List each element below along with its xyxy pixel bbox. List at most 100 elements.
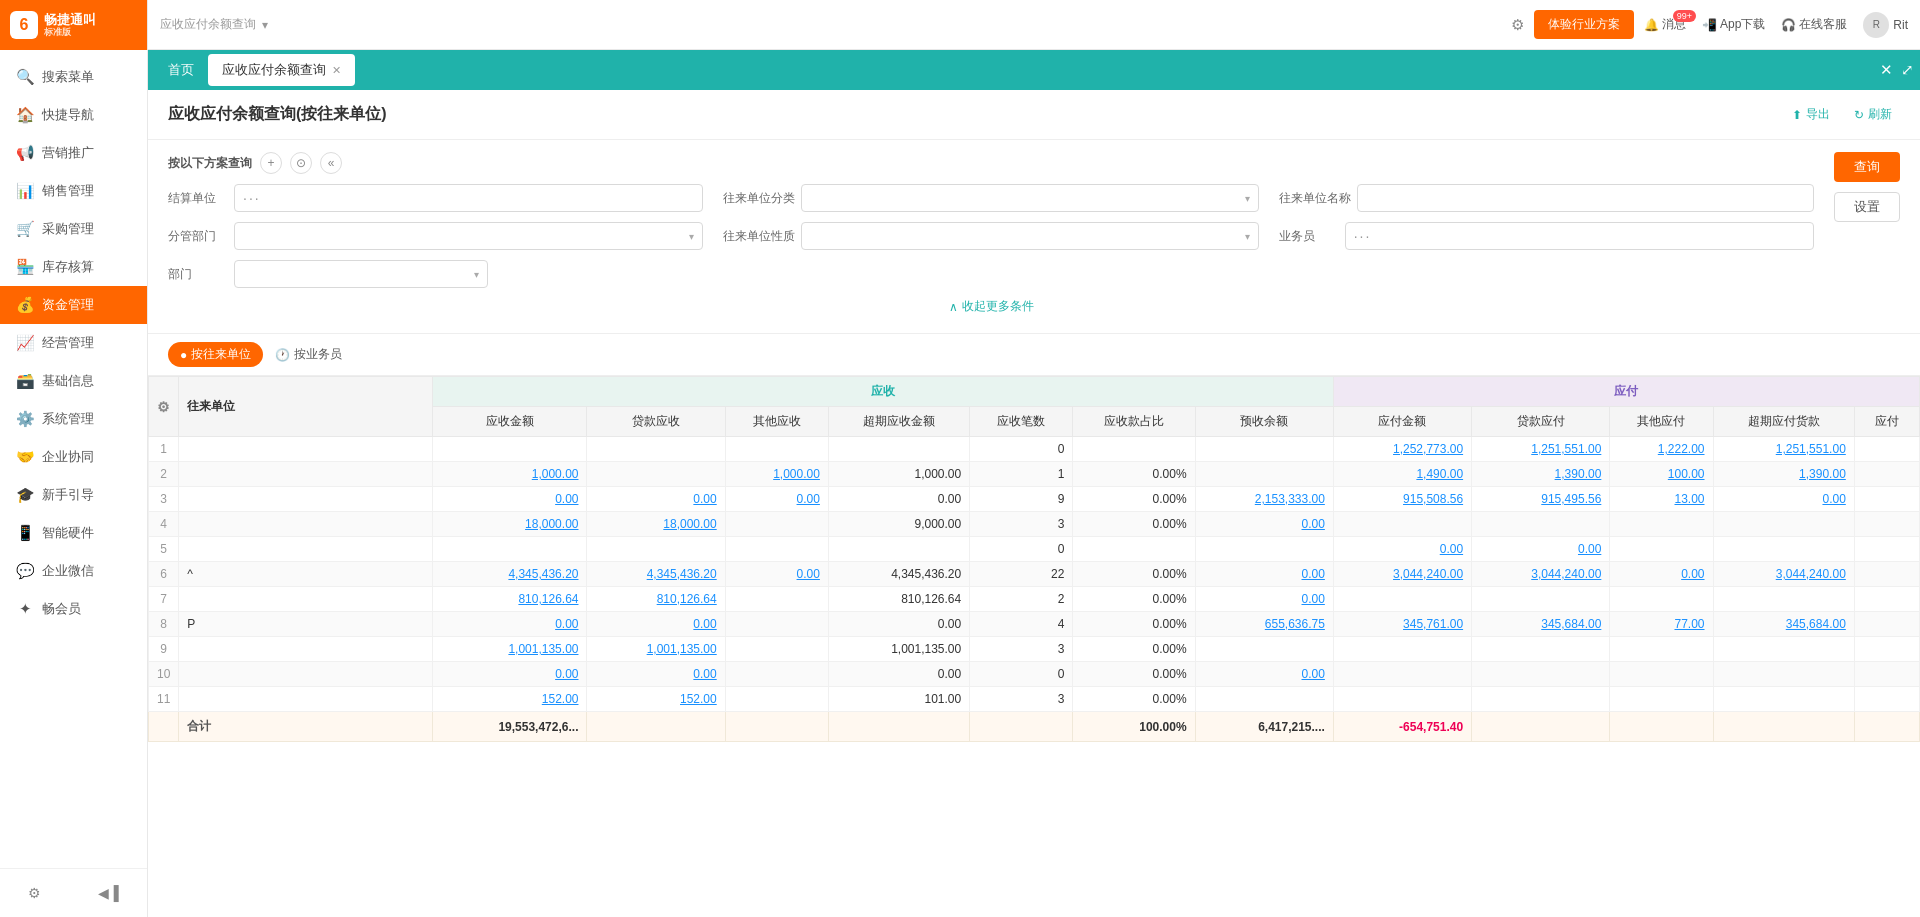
row-ar-amount[interactable]: 18,000.00	[433, 512, 587, 537]
row-ar-amount[interactable]: 152.00	[433, 687, 587, 712]
filter-input-category[interactable]: ▾	[801, 184, 1258, 212]
row-ap-loan[interactable]: 0.00	[1472, 537, 1610, 562]
query-button[interactable]: 查询	[1834, 152, 1900, 182]
sidebar-item-base[interactable]: 🗃️ 基础信息	[0, 362, 147, 400]
filter-input-nature[interactable]: ▾	[801, 222, 1258, 250]
sidebar-collapse-btn[interactable]: ◀▐	[86, 879, 131, 907]
row-pre-ar[interactable]: 0.00	[1195, 562, 1333, 587]
row-ap-loan[interactable]: 1,390.00	[1472, 462, 1610, 487]
row-ap-loan[interactable]: 3,044,240.00	[1472, 562, 1610, 587]
sidebar-item-sales[interactable]: 📊 销售管理	[0, 172, 147, 210]
row-pre-ar[interactable]: 655,636.75	[1195, 612, 1333, 637]
row-ap-other	[1610, 537, 1713, 562]
breadcrumb-dropdown-icon[interactable]: ▾	[262, 18, 268, 32]
online-service-button[interactable]: 🎧 在线客服	[1781, 16, 1847, 33]
sidebar-item-cooperation[interactable]: 🤝 企业协同	[0, 438, 147, 476]
table-container[interactable]: ⚙ 往来单位 应收 应付 应收金额 贷款应收 其他应收 超期应收金额 应收笔数 …	[148, 376, 1920, 917]
table-settings-col[interactable]: ⚙	[149, 377, 179, 437]
tab-ar-ap-query[interactable]: 应收应付余额查询 ✕	[208, 54, 355, 86]
row-ap-other[interactable]: 1,222.00	[1610, 437, 1713, 462]
tab-fullscreen-icon[interactable]: ⤢	[1901, 61, 1914, 79]
sidebar-item-hardware[interactable]: 📱 智能硬件	[0, 514, 147, 552]
row-ap-other[interactable]: 13.00	[1610, 487, 1713, 512]
sidebar-item-marketing[interactable]: 📢 营销推广	[0, 134, 147, 172]
row-pre-ar[interactable]: 0.00	[1195, 512, 1333, 537]
row-ar-loan[interactable]: 0.00	[587, 487, 725, 512]
row-ar-other[interactable]: 1,000.00	[725, 462, 828, 487]
row-ap-amount[interactable]: 1,490.00	[1333, 462, 1471, 487]
row-ar-other[interactable]: 0.00	[725, 487, 828, 512]
tab-close-icon[interactable]: ✕	[332, 64, 341, 77]
notify-button[interactable]: 🔔 消息 99+	[1644, 16, 1686, 33]
row-ar-loan[interactable]: 152.00	[587, 687, 725, 712]
sidebar-item-wechat[interactable]: 💬 企业微信	[0, 552, 147, 590]
row-ar-loan[interactable]: 18,000.00	[587, 512, 725, 537]
row-ap-loan[interactable]: 1,251,551.00	[1472, 437, 1610, 462]
row-ap-other[interactable]: 77.00	[1610, 612, 1713, 637]
row-ap-overdue[interactable]: 1,390.00	[1713, 462, 1854, 487]
row-pre-ar[interactable]: 0.00	[1195, 662, 1333, 687]
sidebar-item-member[interactable]: ✦ 畅会员	[0, 590, 147, 628]
sidebar-item-system[interactable]: ⚙️ 系统管理	[0, 400, 147, 438]
row-ap-overdue[interactable]: 345,684.00	[1713, 612, 1854, 637]
sidebar-item-operation[interactable]: 📈 经营管理	[0, 324, 147, 362]
filter-collapse-left-btn[interactable]: «	[320, 152, 342, 174]
tab-close-all-icon[interactable]: ✕	[1880, 61, 1893, 79]
sidebar-item-quick-nav[interactable]: 🏠 快捷导航	[0, 96, 147, 134]
row-ar-amount[interactable]: 4,345,436.20	[433, 562, 587, 587]
row-ap-amount[interactable]: 915,508.56	[1333, 487, 1471, 512]
row-pre-ar[interactable]: 0.00	[1195, 587, 1333, 612]
row-ar-amount[interactable]: 1,001,135.00	[433, 637, 587, 662]
row-ap-amount[interactable]: 3,044,240.00	[1333, 562, 1471, 587]
tab-home[interactable]: 首页	[154, 54, 208, 86]
row-ap-other[interactable]: 0.00	[1610, 562, 1713, 587]
row-ar-amount[interactable]: 1,000.00	[433, 462, 587, 487]
sidebar-settings-btn[interactable]: ⚙	[16, 879, 53, 907]
sidebar-item-search[interactable]: 🔍 搜索菜单	[0, 58, 147, 96]
row-ap-overdue[interactable]: 0.00	[1713, 487, 1854, 512]
sub-nav-by-unit[interactable]: ● 按往来单位	[168, 342, 263, 367]
row-ar-ratio: 0.00%	[1073, 587, 1195, 612]
filter-collapse-btn[interactable]: ∧ 收起更多条件	[168, 292, 1814, 321]
row-ar-loan[interactable]: 0.00	[587, 612, 725, 637]
row-ap-amount[interactable]: 345,761.00	[1333, 612, 1471, 637]
settings-gear-icon[interactable]: ⚙	[1511, 16, 1524, 34]
row-ap-overdue[interactable]: 3,044,240.00	[1713, 562, 1854, 587]
filter-add-btn[interactable]: +	[260, 152, 282, 174]
filter-input-salesman[interactable]: ···	[1345, 222, 1814, 250]
sidebar-item-purchase[interactable]: 🛒 采购管理	[0, 210, 147, 248]
row-ap-loan[interactable]: 345,684.00	[1472, 612, 1610, 637]
filter-input-dept[interactable]: ▾	[234, 222, 703, 250]
export-button[interactable]: ⬆ 导出	[1784, 102, 1838, 127]
row-ar-other[interactable]: 0.00	[725, 562, 828, 587]
row-ar-amount[interactable]: 0.00	[433, 487, 587, 512]
promo-button[interactable]: 体验行业方案	[1534, 10, 1634, 39]
row-ar-amount[interactable]: 0.00	[433, 662, 587, 687]
row-ar-amount[interactable]: 810,126.64	[433, 587, 587, 612]
row-ar-loan[interactable]: 810,126.64	[587, 587, 725, 612]
row-ar-loan[interactable]: 0.00	[587, 662, 725, 687]
row-pre-ar[interactable]: 2,153,333.00	[1195, 487, 1333, 512]
filter-input-section[interactable]: ▾	[234, 260, 488, 288]
row-ar-amount[interactable]: 0.00	[433, 612, 587, 637]
sub-nav-by-salesman[interactable]: 🕐 按业务员	[263, 342, 354, 367]
row-ap-amount[interactable]: 1,252,773.00	[1333, 437, 1471, 462]
sidebar-item-finance[interactable]: 💰 资金管理	[0, 286, 147, 324]
app-download-button[interactable]: 📲 App下载	[1702, 16, 1765, 33]
row-ap-amount	[1333, 512, 1471, 537]
set-button[interactable]: 设置	[1834, 192, 1900, 222]
refresh-button[interactable]: ↻ 刷新	[1846, 102, 1900, 127]
row-ar-loan[interactable]: 4,345,436.20	[587, 562, 725, 587]
row-ap-other[interactable]: 100.00	[1610, 462, 1713, 487]
filter-settings-btn[interactable]: ⊙	[290, 152, 312, 174]
filter-input-settlement[interactable]: ···	[234, 184, 703, 212]
row-ap-overdue[interactable]: 1,251,551.00	[1713, 437, 1854, 462]
th-ar-loan: 贷款应收	[587, 407, 725, 437]
row-ar-loan[interactable]: 1,001,135.00	[587, 637, 725, 662]
row-ap-loan[interactable]: 915,495.56	[1472, 487, 1610, 512]
sidebar-item-inventory[interactable]: 🏪 库存核算	[0, 248, 147, 286]
filter-input-name[interactable]	[1357, 184, 1814, 212]
user-menu[interactable]: R Rit	[1863, 12, 1908, 38]
row-ap-amount[interactable]: 0.00	[1333, 537, 1471, 562]
sidebar-item-guide[interactable]: 🎓 新手引导	[0, 476, 147, 514]
